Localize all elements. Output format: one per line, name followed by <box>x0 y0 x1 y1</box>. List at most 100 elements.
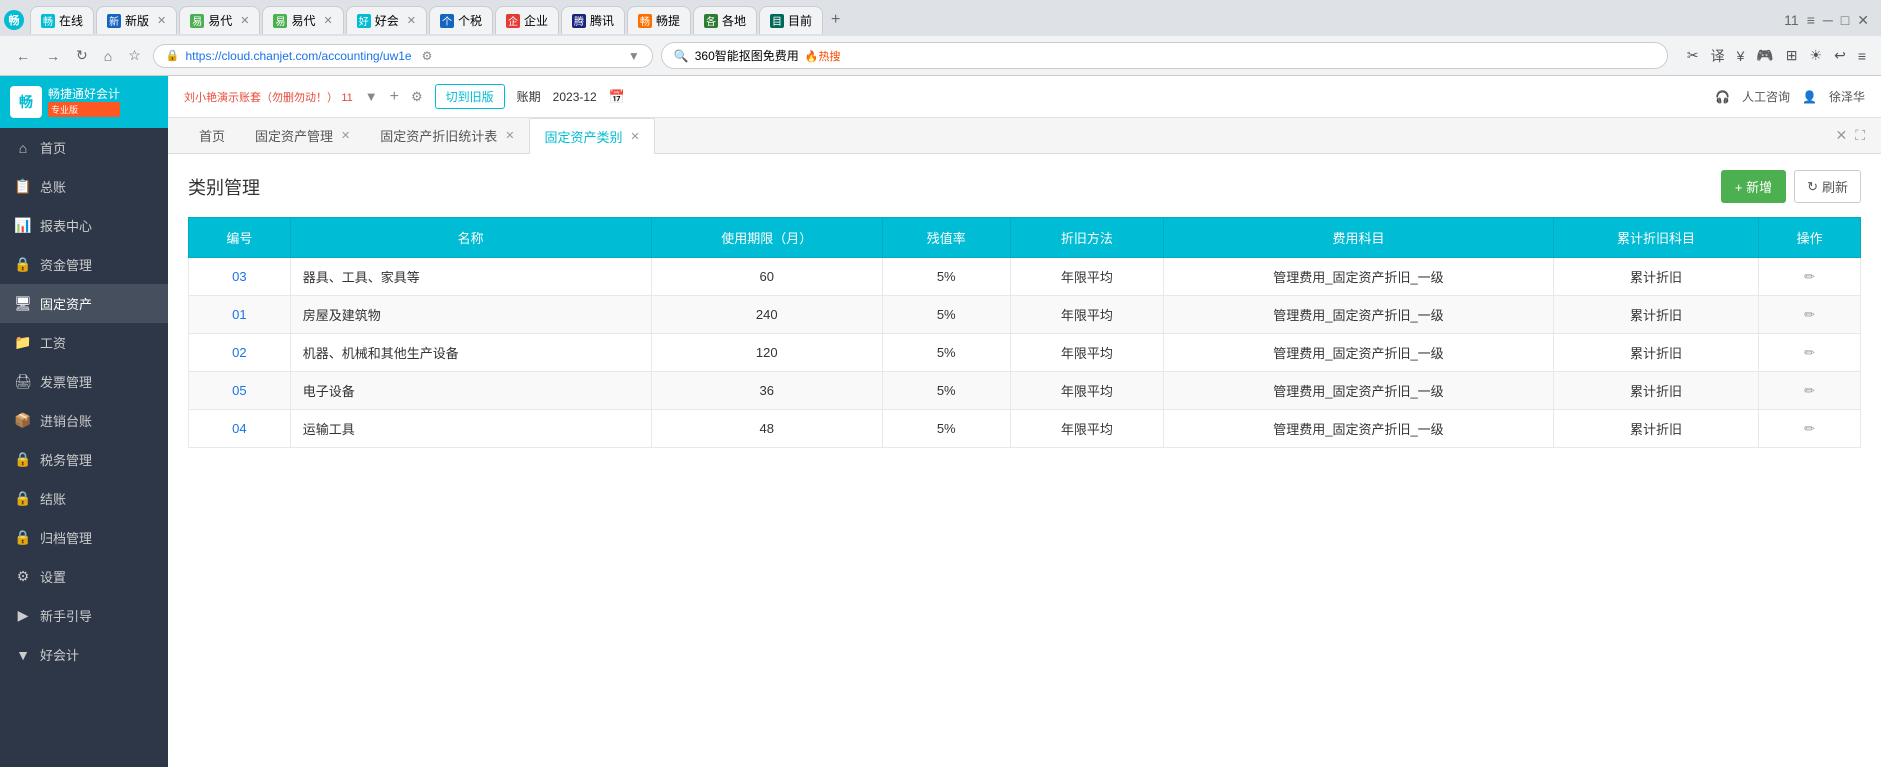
user-name[interactable]: 徐泽华 <box>1829 88 1865 105</box>
sidebar-item-reports[interactable]: 📊 报表中心 <box>0 206 168 245</box>
headset-icon: 🎧 <box>1715 90 1730 104</box>
edit-icon[interactable]: ✏ <box>1804 269 1815 284</box>
sidebar-item-more[interactable]: ▼ 好会计 <box>0 635 168 674</box>
browser-tab-geshui[interactable]: 个 个税 <box>429 6 493 34</box>
tab-home[interactable]: 首页 <box>184 117 240 154</box>
cell-expense: 管理费用_固定资产折旧_一级 <box>1164 296 1554 334</box>
sidebar-item-funds[interactable]: 🔒 资金管理 <box>0 245 168 284</box>
refresh-button[interactable]: ↻ 刷新 <box>1794 170 1861 203</box>
maximize-icon[interactable]: □ <box>1841 12 1849 28</box>
close-tab-asset-mgmt[interactable]: ✕ <box>341 129 350 142</box>
sidebar-item-invoice[interactable]: 🖨 发票管理 <box>0 362 168 401</box>
tab-count-badge: 11 <box>1784 12 1799 28</box>
undo-icon[interactable]: ↩ <box>1831 44 1849 67</box>
toolbar-dropdown-icon[interactable]: ▼ <box>365 89 378 104</box>
app-toolbar: 刘小艳演示账套（勿删勿动！） 11 ▼ + ⚙ 切到旧版 账期 2023-12 … <box>168 76 1881 118</box>
tab-asset-category[interactable]: 固定资产类别 ✕ <box>529 118 654 155</box>
edit-icon[interactable]: ✏ <box>1804 421 1815 436</box>
sidebar-item-guide[interactable]: ▶ 新手引导 <box>0 596 168 635</box>
logo-icon: 畅 <box>10 86 42 118</box>
sidebar-item-ledger[interactable]: 📋 总账 <box>0 167 168 206</box>
address-bar-expand-icon[interactable]: ▼ <box>628 49 640 63</box>
home-button[interactable]: ⌂ <box>100 46 116 66</box>
company-name-text: 刘小艳演示账套（勿删勿动！） <box>184 92 338 104</box>
switch-to-old-btn[interactable]: 切到旧版 <box>435 84 505 109</box>
app-container: 畅 畅捷通好会计 专业版 ⌂ 首页 📋 总账 📊 报表中心 🔒 资金管理 🖥 固… <box>0 76 1881 767</box>
back-button[interactable]: ← <box>12 46 34 66</box>
toolbar-settings-icon[interactable]: ⚙ <box>411 89 423 105</box>
col-code: 编号 <box>189 218 291 258</box>
edit-icon[interactable]: ✏ <box>1804 383 1815 398</box>
tab-label-haohui: 好会 <box>375 12 399 29</box>
add-category-button[interactable]: + 新增 <box>1721 170 1786 203</box>
settings-gear-icon: ⚙ <box>14 568 32 585</box>
forward-button[interactable]: → <box>42 46 64 66</box>
tab-asset-depreciation[interactable]: 固定资产折旧统计表 ✕ <box>365 117 529 154</box>
cell-name: 电子设备 <box>290 372 651 410</box>
cell-residual: 5% <box>882 410 1010 448</box>
browser-tab-muqian[interactable]: 目 目前 <box>759 6 823 34</box>
edit-icon[interactable]: ✏ <box>1804 307 1815 322</box>
bookmark-button[interactable]: ☆ <box>124 45 145 66</box>
calendar-icon[interactable]: 📅 <box>609 89 625 105</box>
period-value: 2023-12 <box>553 90 597 104</box>
sidebar-item-settings[interactable]: ⚙ 设置 <box>0 557 168 596</box>
close-window-icon[interactable]: ✕ <box>1835 127 1847 144</box>
sidebar-item-archive[interactable]: 🔒 归档管理 <box>0 518 168 557</box>
company-count: 11 <box>341 92 352 104</box>
maximize-window-icon[interactable]: ⛶ <box>1855 127 1865 144</box>
tab-favicon-haohui: 好 <box>357 14 371 28</box>
browser-tab-changti[interactable]: 畅 畅提 <box>627 6 691 34</box>
sidebar-label-ledger: 总账 <box>40 177 66 196</box>
sidebar-item-home[interactable]: ⌂ 首页 <box>0 128 168 167</box>
cell-period: 36 <box>651 372 882 410</box>
add-tab-button[interactable]: + <box>825 11 846 29</box>
browser-tab-tencent[interactable]: 腾 腾讯 <box>561 6 625 34</box>
menu-icon[interactable]: ≡ <box>1855 45 1869 67</box>
tab-asset-mgmt[interactable]: 固定资产管理 ✕ <box>240 117 365 154</box>
consult-label[interactable]: 人工咨询 <box>1742 88 1790 105</box>
cut-icon[interactable]: ✂ <box>1684 44 1702 67</box>
grid-icon[interactable]: ⊞ <box>1783 44 1801 67</box>
reload-button[interactable]: ↻ <box>72 45 92 66</box>
browser-tab-haohui[interactable]: 好 好会 ✕ <box>346 6 427 34</box>
sidebar-item-inventory[interactable]: 📦 进销台账 <box>0 401 168 440</box>
translate-icon[interactable]: 译 <box>1708 43 1728 69</box>
close-tab-asset-category[interactable]: ✕ <box>631 130 640 143</box>
sidebar-item-tax[interactable]: 🔒 税务管理 <box>0 440 168 479</box>
address-bar[interactable]: 🔒 https://cloud.chanjet.com/accounting/u… <box>153 44 653 68</box>
tab-favicon-yidai1: 易 <box>190 14 204 28</box>
brightness-icon[interactable]: ☀ <box>1807 44 1826 67</box>
site-info-icon[interactable]: ⚙ <box>422 49 433 63</box>
browser-tab-gedi[interactable]: 各 各地 <box>693 6 757 34</box>
close-tab-haohui[interactable]: ✕ <box>407 14 416 27</box>
cell-action: ✏ <box>1759 296 1861 334</box>
close-tab-yidai2[interactable]: ✕ <box>324 14 333 27</box>
toolbar-plus-icon[interactable]: + <box>390 88 399 106</box>
close-browser-icon[interactable]: ✕ <box>1857 12 1869 29</box>
logo-text-block: 畅捷通好会计 专业版 <box>48 87 120 118</box>
search-bar[interactable]: 🔍 360智能抠图免费用 🔥热搜 <box>661 42 1668 69</box>
game-icon[interactable]: 🎮 <box>1753 44 1776 67</box>
sidebar-item-fixed-assets[interactable]: 🖥 固定资产 <box>0 284 168 323</box>
browser-tab-new[interactable]: 新 新版 ✕ <box>96 6 177 34</box>
version-badge: 专业版 <box>48 102 120 117</box>
sidebar-label-settle: 结账 <box>40 489 66 508</box>
tab-list-icon[interactable]: ≡ <box>1807 12 1815 28</box>
browser-tab-online[interactable]: 畅 在线 <box>30 6 94 34</box>
sidebar-item-salary[interactable]: 📁 工资 <box>0 323 168 362</box>
page-tabs: 首页 固定资产管理 ✕ 固定资产折旧统计表 ✕ 固定资产类别 ✕ ✕ ⛶ <box>168 118 1881 154</box>
sidebar-item-settle[interactable]: 🔒 结账 <box>0 479 168 518</box>
wallet-icon[interactable]: ¥ <box>1734 45 1748 67</box>
tab-maximize-controls: ✕ ⛶ <box>1835 127 1865 144</box>
browser-tab-yidai1[interactable]: 易 易代 ✕ <box>179 6 260 34</box>
minimize-icon[interactable]: ─ <box>1823 12 1833 28</box>
page-title-row: 类别管理 + 新增 ↻ 刷新 <box>188 170 1861 203</box>
close-tab-new[interactable]: ✕ <box>157 14 166 27</box>
edit-icon[interactable]: ✏ <box>1804 345 1815 360</box>
browser-tab-yidai2[interactable]: 易 易代 ✕ <box>262 6 343 34</box>
tab-label-tencent: 腾讯 <box>590 12 614 29</box>
browser-tab-qiye[interactable]: 企 企业 <box>495 6 559 34</box>
close-tab-asset-depreciation[interactable]: ✕ <box>505 129 514 142</box>
close-tab-yidai1[interactable]: ✕ <box>240 14 249 27</box>
